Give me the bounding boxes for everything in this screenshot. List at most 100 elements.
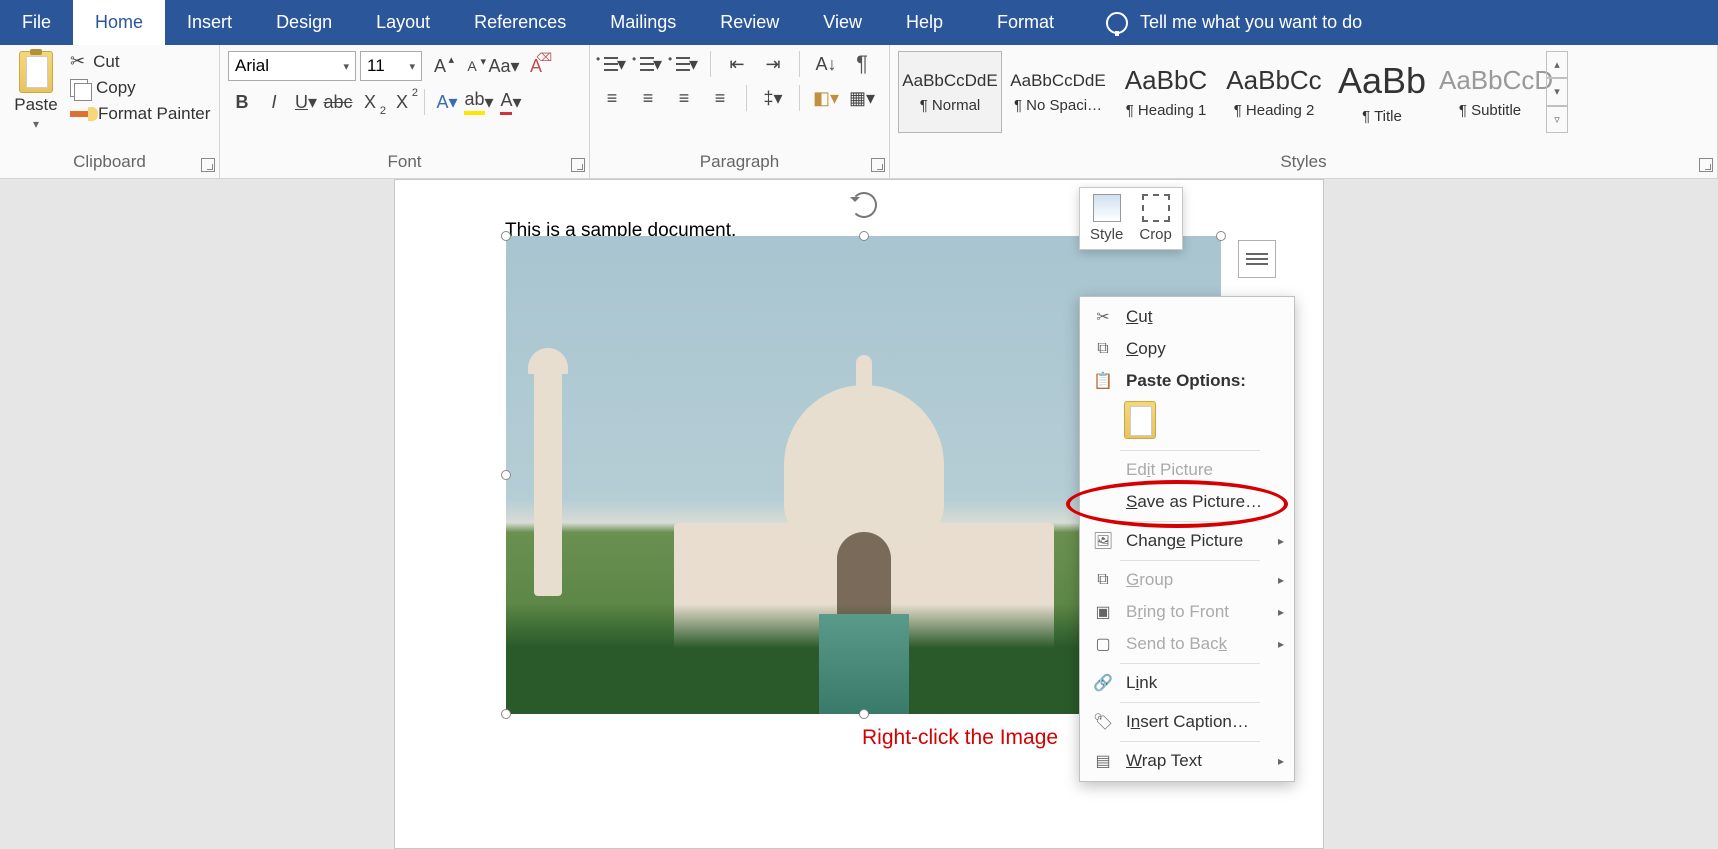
brush-icon xyxy=(70,111,90,117)
style-item[interactable]: AaBbC¶ Heading 1 xyxy=(1114,51,1218,133)
resize-handle[interactable] xyxy=(501,709,511,719)
tab-insert[interactable]: Insert xyxy=(165,0,254,45)
picture-mini-toolbar: Style Crop xyxy=(1079,187,1183,250)
show-marks-button[interactable]: ¶ xyxy=(848,51,876,77)
resize-handle[interactable] xyxy=(1216,231,1226,241)
resize-handle[interactable] xyxy=(859,709,869,719)
tab-mailings[interactable]: Mailings xyxy=(588,0,698,45)
rotate-handle[interactable] xyxy=(851,192,877,218)
style-item[interactable]: AaBbCcDdE¶ No Spaci… xyxy=(1006,51,1110,133)
italic-button[interactable]: I xyxy=(260,89,288,115)
context-menu: ✂Cut ⧉Copy 📋Paste Options: Edit Picture … xyxy=(1079,296,1295,782)
tell-me-text: Tell me what you want to do xyxy=(1140,12,1362,33)
font-launcher[interactable] xyxy=(571,158,585,172)
ctx-link[interactable]: 🔗Link xyxy=(1080,667,1294,699)
ctx-edit-picture: Edit Picture xyxy=(1080,454,1294,486)
font-color-button[interactable]: A▾ xyxy=(497,89,525,115)
picture-style-icon xyxy=(1093,194,1121,222)
group-paragraph: ▾ ▾ ▾ ⇤ ⇥ A↓ ¶ ≡ ≡ ≡ ≡ ‡▾ ◧▾ ▦▾ xyxy=(590,45,890,178)
clear-format-button[interactable]: A⌫ xyxy=(522,53,550,79)
copy-button[interactable]: Copy xyxy=(70,78,210,98)
highlight-button[interactable]: ab▾ xyxy=(465,89,493,115)
strike-button[interactable]: abc xyxy=(324,89,352,115)
tab-file[interactable]: File xyxy=(0,0,73,45)
style-item[interactable]: AaBbCc¶ Heading 2 xyxy=(1222,51,1326,133)
group-icon: ⧉ xyxy=(1092,571,1114,589)
align-right-button[interactable]: ≡ xyxy=(670,85,698,111)
style-item[interactable]: AaBb¶ Title xyxy=(1330,51,1434,133)
group-label-font: Font xyxy=(228,152,581,176)
tab-help[interactable]: Help xyxy=(884,0,965,45)
resize-handle[interactable] xyxy=(501,470,511,480)
underline-button[interactable]: U▾ xyxy=(292,89,320,115)
group-clipboard: Paste ▾ ✂Cut Copy Format Painter Clipboa… xyxy=(0,45,220,178)
borders-button[interactable]: ▦▾ xyxy=(848,85,876,111)
shrink-font-button[interactable]: A▾ xyxy=(458,53,486,79)
ctx-insert-caption[interactable]: 🏷Insert Caption… xyxy=(1080,706,1294,738)
numbering-button[interactable]: ▾ xyxy=(634,51,662,77)
font-size-combo[interactable]: 11▾ xyxy=(360,51,422,81)
text-effects-button[interactable]: A▾ xyxy=(433,89,461,115)
tab-format[interactable]: Format xyxy=(975,0,1076,45)
ctx-save-as-picture[interactable]: Save as Picture… xyxy=(1080,486,1294,518)
styles-gallery[interactable]: AaBbCcDdE¶ NormalAaBbCcDdE¶ No Spaci…AaB… xyxy=(898,51,1709,133)
sort-button[interactable]: A↓ xyxy=(812,51,840,77)
styles-scroll-up[interactable]: ▴ xyxy=(1546,51,1568,78)
tell-me[interactable]: Tell me what you want to do xyxy=(1106,0,1362,45)
tab-layout[interactable]: Layout xyxy=(354,0,452,45)
style-item[interactable]: AaBbCcDdE¶ Normal xyxy=(898,51,1002,133)
paste-keep-source-icon xyxy=(1124,401,1156,439)
tab-design[interactable]: Design xyxy=(254,0,354,45)
grow-font-button[interactable]: A▴ xyxy=(426,53,454,79)
style-item[interactable]: AaBbCcD¶ Subtitle xyxy=(1438,51,1542,133)
superscript-button[interactable]: X2 xyxy=(388,89,416,115)
crop-icon xyxy=(1142,194,1170,222)
bold-button[interactable]: B xyxy=(228,89,256,115)
justify-button[interactable]: ≡ xyxy=(706,85,734,111)
group-styles: AaBbCcDdE¶ NormalAaBbCcDdE¶ No Spaci…AaB… xyxy=(890,45,1718,178)
styles-scroll-down[interactable]: ▾ xyxy=(1546,78,1568,105)
chevron-down-icon[interactable]: ▾ xyxy=(33,117,39,131)
change-case-button[interactable]: Aa▾ xyxy=(490,53,518,79)
caption-icon: 🏷 xyxy=(1092,712,1114,732)
picture-style-button[interactable]: Style xyxy=(1090,194,1123,243)
copy-icon: ⧉ xyxy=(1092,340,1114,358)
annotation-text: Right-click the Image xyxy=(862,726,1058,750)
ctx-change-picture[interactable]: 🖼Change Picture▸ xyxy=(1080,525,1294,557)
styles-launcher[interactable] xyxy=(1699,158,1713,172)
outdent-button[interactable]: ⇤ xyxy=(723,51,751,77)
tab-home[interactable]: Home xyxy=(73,0,165,45)
copy-icon xyxy=(70,79,88,97)
chevron-right-icon: ▸ xyxy=(1278,534,1284,548)
indent-button[interactable]: ⇥ xyxy=(759,51,787,77)
clipboard-launcher[interactable] xyxy=(201,158,215,172)
link-icon: 🔗 xyxy=(1092,673,1114,693)
subscript-button[interactable]: X2 xyxy=(356,89,384,115)
font-name-combo[interactable]: Arial▾ xyxy=(228,51,356,81)
shading-button[interactable]: ◧▾ xyxy=(812,85,840,111)
align-left-button[interactable]: ≡ xyxy=(598,85,626,111)
bullets-button[interactable]: ▾ xyxy=(598,51,626,77)
line-spacing-button[interactable]: ‡▾ xyxy=(759,85,787,111)
ctx-paste-option[interactable] xyxy=(1080,397,1294,447)
ctx-copy[interactable]: ⧉Copy xyxy=(1080,333,1294,365)
layout-options-button[interactable] xyxy=(1238,240,1276,278)
paragraph-launcher[interactable] xyxy=(871,158,885,172)
format-painter-button[interactable]: Format Painter xyxy=(70,104,210,124)
ctx-cut[interactable]: ✂Cut xyxy=(1080,301,1294,333)
paste-button[interactable]: Paste ▾ xyxy=(8,51,64,131)
chevron-down-icon: ▾ xyxy=(343,60,349,73)
tab-review[interactable]: Review xyxy=(698,0,801,45)
clipboard-icon: 📋 xyxy=(1092,371,1114,391)
tab-references[interactable]: References xyxy=(452,0,588,45)
styles-more[interactable]: ▿ xyxy=(1546,106,1568,133)
crop-button[interactable]: Crop xyxy=(1139,194,1172,243)
resize-handle[interactable] xyxy=(501,231,511,241)
cut-button[interactable]: ✂Cut xyxy=(70,51,210,72)
align-center-button[interactable]: ≡ xyxy=(634,85,662,111)
ctx-wrap-text[interactable]: ▤Wrap Text▸ xyxy=(1080,745,1294,777)
ctx-group: ⧉Group▸ xyxy=(1080,564,1294,596)
tab-view[interactable]: View xyxy=(801,0,884,45)
resize-handle[interactable] xyxy=(859,231,869,241)
multilevel-button[interactable]: ▾ xyxy=(670,51,698,77)
